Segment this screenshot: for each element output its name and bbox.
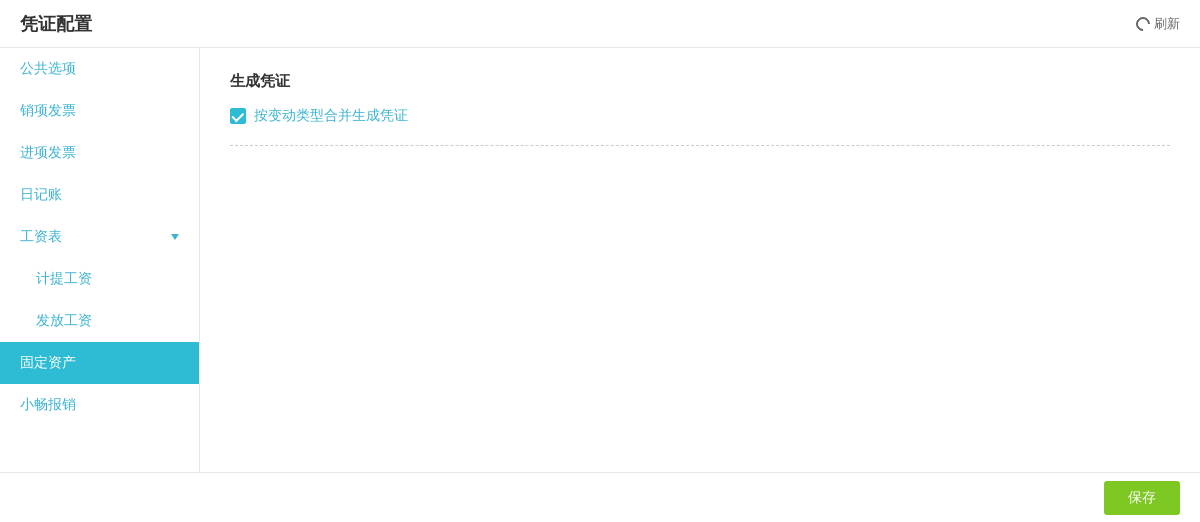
sidebar-item-purchase-invoice[interactable]: 进项发票 xyxy=(0,132,199,174)
merge-voucher-checkbox[interactable] xyxy=(230,108,246,124)
page-container: 凭证配置 刷新 公共选项销项发票进项发票日记账工资表计提工资发放工资固定资产小畅… xyxy=(0,0,1200,522)
sidebar: 公共选项销项发票进项发票日记账工资表计提工资发放工资固定资产小畅报销 xyxy=(0,48,200,472)
sidebar-item-label: 公共选项 xyxy=(20,60,76,78)
sidebar-item-label: 销项发票 xyxy=(20,102,76,120)
sidebar-item-label: 日记账 xyxy=(20,186,62,204)
page-title: 凭证配置 xyxy=(20,12,92,36)
refresh-icon xyxy=(1133,14,1153,34)
sidebar-item-payroll-table[interactable]: 工资表 xyxy=(0,216,199,258)
sidebar-item-fixed-assets[interactable]: 固定资产 xyxy=(0,342,199,384)
sidebar-item-label: 进项发票 xyxy=(20,144,76,162)
sidebar-item-calc-payroll[interactable]: 计提工资 xyxy=(0,258,199,300)
sidebar-item-public-options[interactable]: 公共选项 xyxy=(0,48,199,90)
divider xyxy=(230,145,1170,146)
sidebar-item-label: 小畅报销 xyxy=(20,396,76,414)
main-layout: 公共选项销项发票进项发票日记账工资表计提工资发放工资固定资产小畅报销 生成凭证 … xyxy=(0,48,1200,472)
sidebar-item-label: 发放工资 xyxy=(36,312,92,330)
refresh-button[interactable]: 刷新 xyxy=(1136,15,1180,33)
chevron-down-icon xyxy=(171,234,179,240)
footer: 保存 xyxy=(0,472,1200,522)
merge-voucher-label: 按变动类型合并生成凭证 xyxy=(254,107,408,125)
sidebar-item-pay-payroll[interactable]: 发放工资 xyxy=(0,300,199,342)
sidebar-item-journal[interactable]: 日记账 xyxy=(0,174,199,216)
section-title: 生成凭证 xyxy=(230,72,1170,91)
header: 凭证配置 刷新 xyxy=(0,0,1200,48)
refresh-label: 刷新 xyxy=(1154,15,1180,33)
save-button[interactable]: 保存 xyxy=(1104,481,1180,515)
checkbox-row: 按变动类型合并生成凭证 xyxy=(230,107,1170,125)
sidebar-item-label: 计提工资 xyxy=(36,270,92,288)
sidebar-item-label: 工资表 xyxy=(20,228,62,246)
content-area: 生成凭证 按变动类型合并生成凭证 xyxy=(200,48,1200,472)
sidebar-item-expense-report[interactable]: 小畅报销 xyxy=(0,384,199,426)
sidebar-item-label: 固定资产 xyxy=(20,354,76,372)
sidebar-item-sales-invoice[interactable]: 销项发票 xyxy=(0,90,199,132)
